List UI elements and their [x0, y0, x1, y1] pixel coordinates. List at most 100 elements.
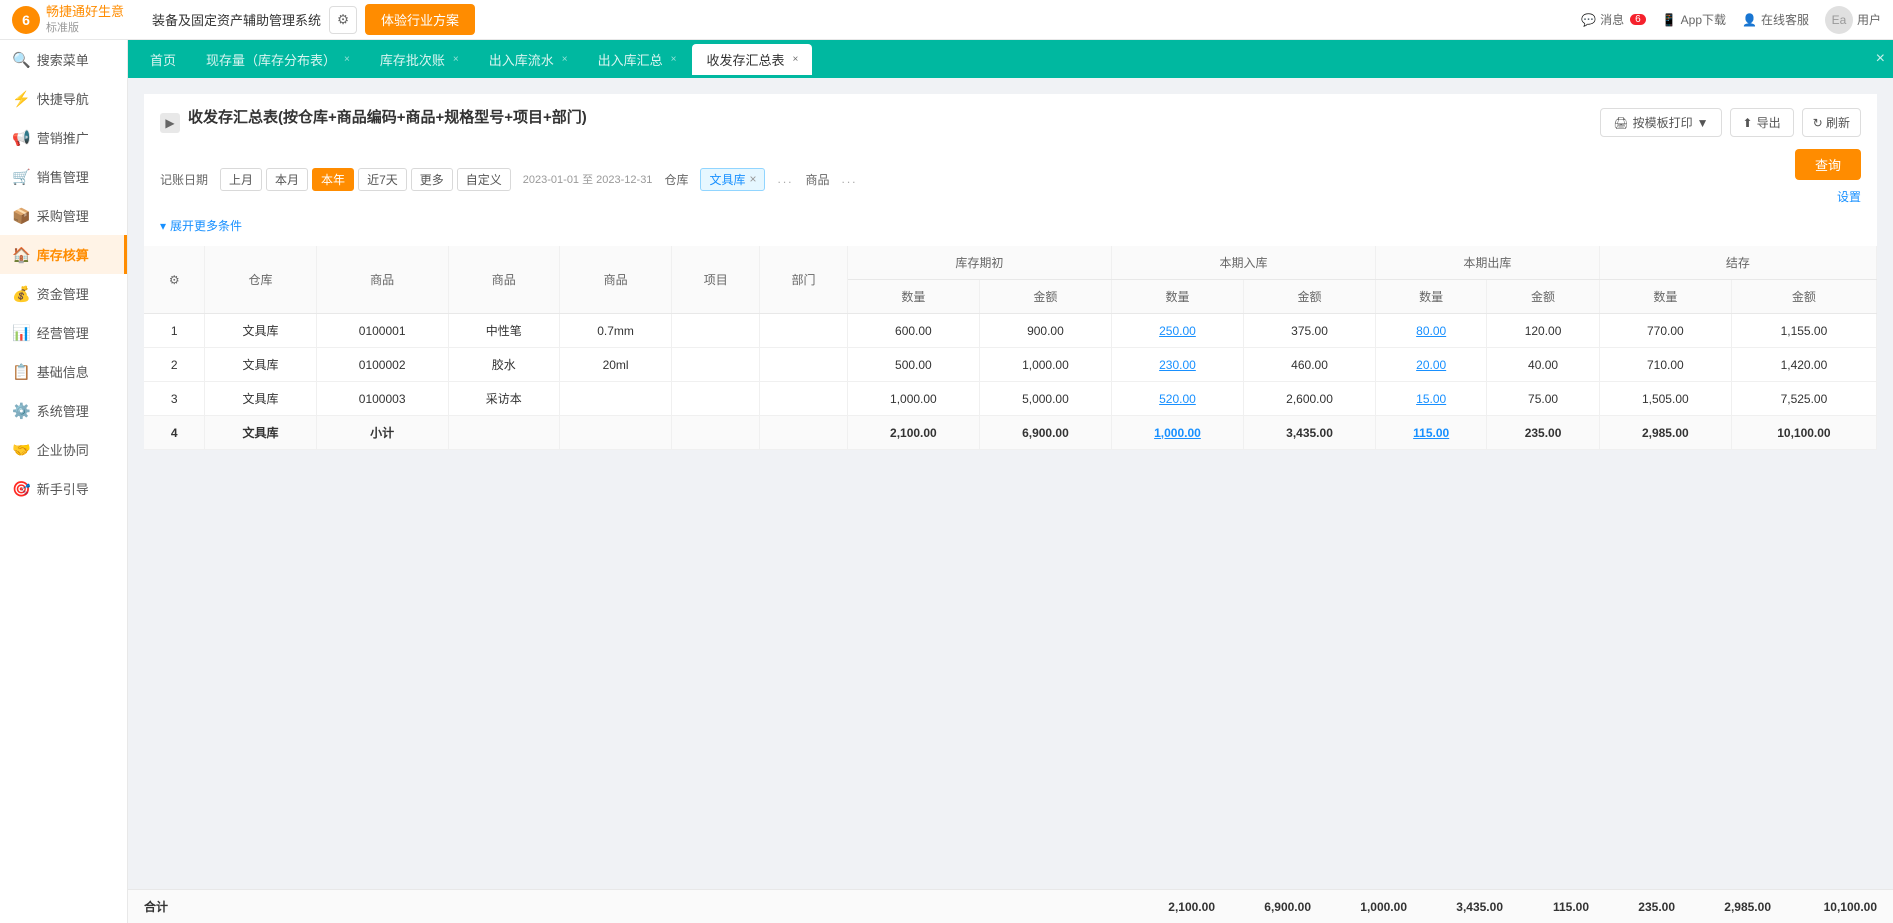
tab-inout-summary-close[interactable]: × — [671, 54, 677, 65]
footer-bal-qty: 2,985.00 — [1691, 900, 1771, 914]
tab-receipt-summary-label: 收发存汇总表 — [706, 50, 784, 69]
tab-flow[interactable]: 出入库流水 × — [475, 44, 582, 75]
notifications-badge: 6 — [1630, 14, 1646, 25]
sidebar-item-label: 企业协同 — [37, 440, 89, 459]
export-icon: ⬆ — [1743, 116, 1753, 130]
cell-in-qty[interactable]: 230.00 — [1111, 348, 1243, 382]
table-group-header-row: ⚙ 仓库 商品 商品 商品 项目 部门 库存期初 本期入库 本期出库 — [144, 246, 1877, 280]
export-button[interactable]: ⬆ 导出 — [1730, 108, 1794, 137]
trial-button[interactable]: 体验行业方案 — [365, 4, 475, 35]
subtotal-bal-amt: 10,100.00 — [1731, 416, 1876, 450]
date-custom-button[interactable]: 自定义 — [457, 168, 511, 191]
system-name: 装备及固定资产辅助管理系统 — [152, 10, 321, 29]
tab-stock-dist[interactable]: 现存量（库存分布表） × — [192, 44, 364, 75]
filter-row-1: 记账日期 上月 本月 本年 近7天 更多 自定义 2023-01-01 至 20… — [160, 149, 1861, 209]
subtotal-in-qty[interactable]: 1,000.00 — [1111, 416, 1243, 450]
th-settings[interactable]: ⚙ — [144, 246, 205, 314]
warehouse-tag-remove[interactable]: × — [749, 172, 756, 186]
sidebar-item-sales[interactable]: 🛒 销售管理 — [0, 157, 127, 196]
footer-out-amt: 235.00 — [1605, 900, 1675, 914]
sidebar-item-enterprise[interactable]: 🤝 企业协同 — [0, 430, 127, 469]
cell-goods-spec: 20ml — [559, 348, 671, 382]
quick-nav-icon: ⚡ — [12, 90, 31, 108]
download-icon: 📱 — [1662, 13, 1677, 27]
app-download-item[interactable]: 📱 App下载 — [1662, 11, 1726, 28]
sidebar-item-purchase[interactable]: 📦 采购管理 — [0, 196, 127, 235]
page-content: ▶ 收发存汇总表(按仓库+商品编码+商品+规格型号+项目+部门) 🖨 按模板打印… — [128, 78, 1893, 889]
table-wrapper: ⚙ 仓库 商品 商品 商品 项目 部门 库存期初 本期入库 本期出库 — [144, 246, 1877, 450]
th-in-qty: 数量 — [1111, 280, 1243, 314]
cell-out-qty[interactable]: 20.00 — [1376, 348, 1487, 382]
date-this-year-button[interactable]: 本年 — [312, 168, 354, 191]
cell-goods-spec — [559, 382, 671, 416]
sidebar-item-inventory[interactable]: 🏠 库存核算 — [0, 235, 127, 274]
cell-goods-spec: 0.7mm — [559, 314, 671, 348]
subtotal-out-qty[interactable]: 115.00 — [1376, 416, 1487, 450]
sidebar-item-newbie[interactable]: 🎯 新手引导 — [0, 469, 127, 508]
sidebar-item-quick-nav[interactable]: ⚡ 快捷导航 — [0, 79, 127, 118]
th-in-amt: 金额 — [1244, 280, 1376, 314]
sidebar-item-finance[interactable]: 💰 资金管理 — [0, 274, 127, 313]
content-inner: ▶ 收发存汇总表(按仓库+商品编码+商品+规格型号+项目+部门) 🖨 按模板打印… — [144, 94, 1877, 450]
cell-dept — [760, 314, 848, 348]
cell-in-qty[interactable]: 250.00 — [1111, 314, 1243, 348]
print-label: 按模板打印 — [1633, 114, 1693, 131]
print-template-button[interactable]: 🖨 按模板打印 ▼ — [1600, 108, 1721, 137]
footer-open-qty: 2,100.00 — [1168, 900, 1215, 914]
date-7days-button[interactable]: 近7天 — [358, 168, 407, 191]
cell-warehouse: 文具库 — [205, 348, 316, 382]
sidebar-item-basic[interactable]: 📋 基础信息 — [0, 352, 127, 391]
app-name-line2: 标准版 — [46, 21, 124, 35]
expand-toggle-button[interactable]: ▶ — [160, 113, 180, 133]
support-icon: 👤 — [1742, 13, 1757, 27]
tab-stock-dist-close[interactable]: × — [344, 54, 350, 65]
sidebar-item-label: 新手引导 — [37, 479, 89, 498]
print-icon: 🖨 — [1613, 116, 1628, 130]
date-this-month-button[interactable]: 本月 — [266, 168, 308, 191]
sidebar: 🔍 搜索菜单 ⚡ 快捷导航 📢 营销推广 🛒 销售管理 📦 采购管理 🏠 — [0, 40, 128, 923]
settings-gear-button[interactable]: ⚙ — [329, 6, 357, 34]
cell-in-qty[interactable]: 520.00 — [1111, 382, 1243, 416]
date-last-month-button[interactable]: 上月 — [220, 168, 262, 191]
sidebar-item-system[interactable]: ⚙️ 系统管理 — [0, 391, 127, 430]
tab-inout-summary[interactable]: 出入库汇总 × — [584, 44, 691, 75]
th-group-in: 本期入库 — [1111, 246, 1375, 280]
tab-batch[interactable]: 库存批次账 × — [366, 44, 473, 75]
cell-out-qty[interactable]: 15.00 — [1376, 382, 1487, 416]
refresh-button[interactable]: ↻ 刷新 — [1802, 108, 1861, 137]
notifications-item[interactable]: 💬 消息 6 — [1581, 11, 1646, 28]
th-out-qty: 数量 — [1376, 280, 1487, 314]
expand-more-conditions[interactable]: ▾ 展开更多条件 — [160, 217, 1861, 234]
th-project: 项目 — [672, 246, 760, 314]
footer-in-amt: 3,435.00 — [1423, 900, 1503, 914]
sidebar-item-marketing[interactable]: 📢 营销推广 — [0, 118, 127, 157]
tab-receipt-summary-close[interactable]: × — [792, 54, 798, 65]
sidebar-item-label: 库存核算 — [37, 245, 89, 264]
cell-dept — [760, 382, 848, 416]
table-row: 2 文具库 0100002 胶水 20ml 500.00 1,000.00 23… — [144, 348, 1877, 382]
sidebar-item-search[interactable]: 🔍 搜索菜单 — [0, 40, 127, 79]
tab-flow-label: 出入库流水 — [489, 50, 554, 69]
tab-home[interactable]: 首页 — [136, 44, 190, 75]
th-bal-qty: 数量 — [1599, 280, 1731, 314]
page-title-row: ▶ 收发存汇总表(按仓库+商品编码+商品+规格型号+项目+部门) 🖨 按模板打印… — [160, 106, 1861, 139]
tab-flow-close[interactable]: × — [562, 54, 568, 65]
online-support-item[interactable]: 👤 在线客服 — [1742, 11, 1809, 28]
tab-batch-close[interactable]: × — [453, 54, 459, 65]
user-item[interactable]: Ea 用户 — [1825, 6, 1881, 34]
logo-area: 6 畅捷通好生意 标准版 — [12, 4, 124, 35]
close-all-tabs-button[interactable]: × — [1876, 50, 1885, 68]
cell-out-amt: 120.00 — [1487, 314, 1600, 348]
sidebar-item-operations[interactable]: 📊 经营管理 — [0, 313, 127, 352]
cell-out-qty[interactable]: 80.00 — [1376, 314, 1487, 348]
download-label: App下载 — [1681, 11, 1726, 28]
user-label: 用户 — [1857, 11, 1881, 28]
warehouse-more-dots[interactable]: ... — [777, 172, 793, 186]
tab-receipt-summary[interactable]: 收发存汇总表 × — [692, 44, 812, 75]
date-more-button[interactable]: 更多 — [411, 168, 453, 191]
expand-icon: ▾ — [160, 219, 166, 233]
query-button[interactable]: 查询 — [1795, 149, 1861, 180]
table-settings-link[interactable]: 设置 — [1837, 184, 1861, 209]
subtotal-proj — [672, 416, 760, 450]
goods-more-dots[interactable]: ... — [842, 172, 858, 186]
